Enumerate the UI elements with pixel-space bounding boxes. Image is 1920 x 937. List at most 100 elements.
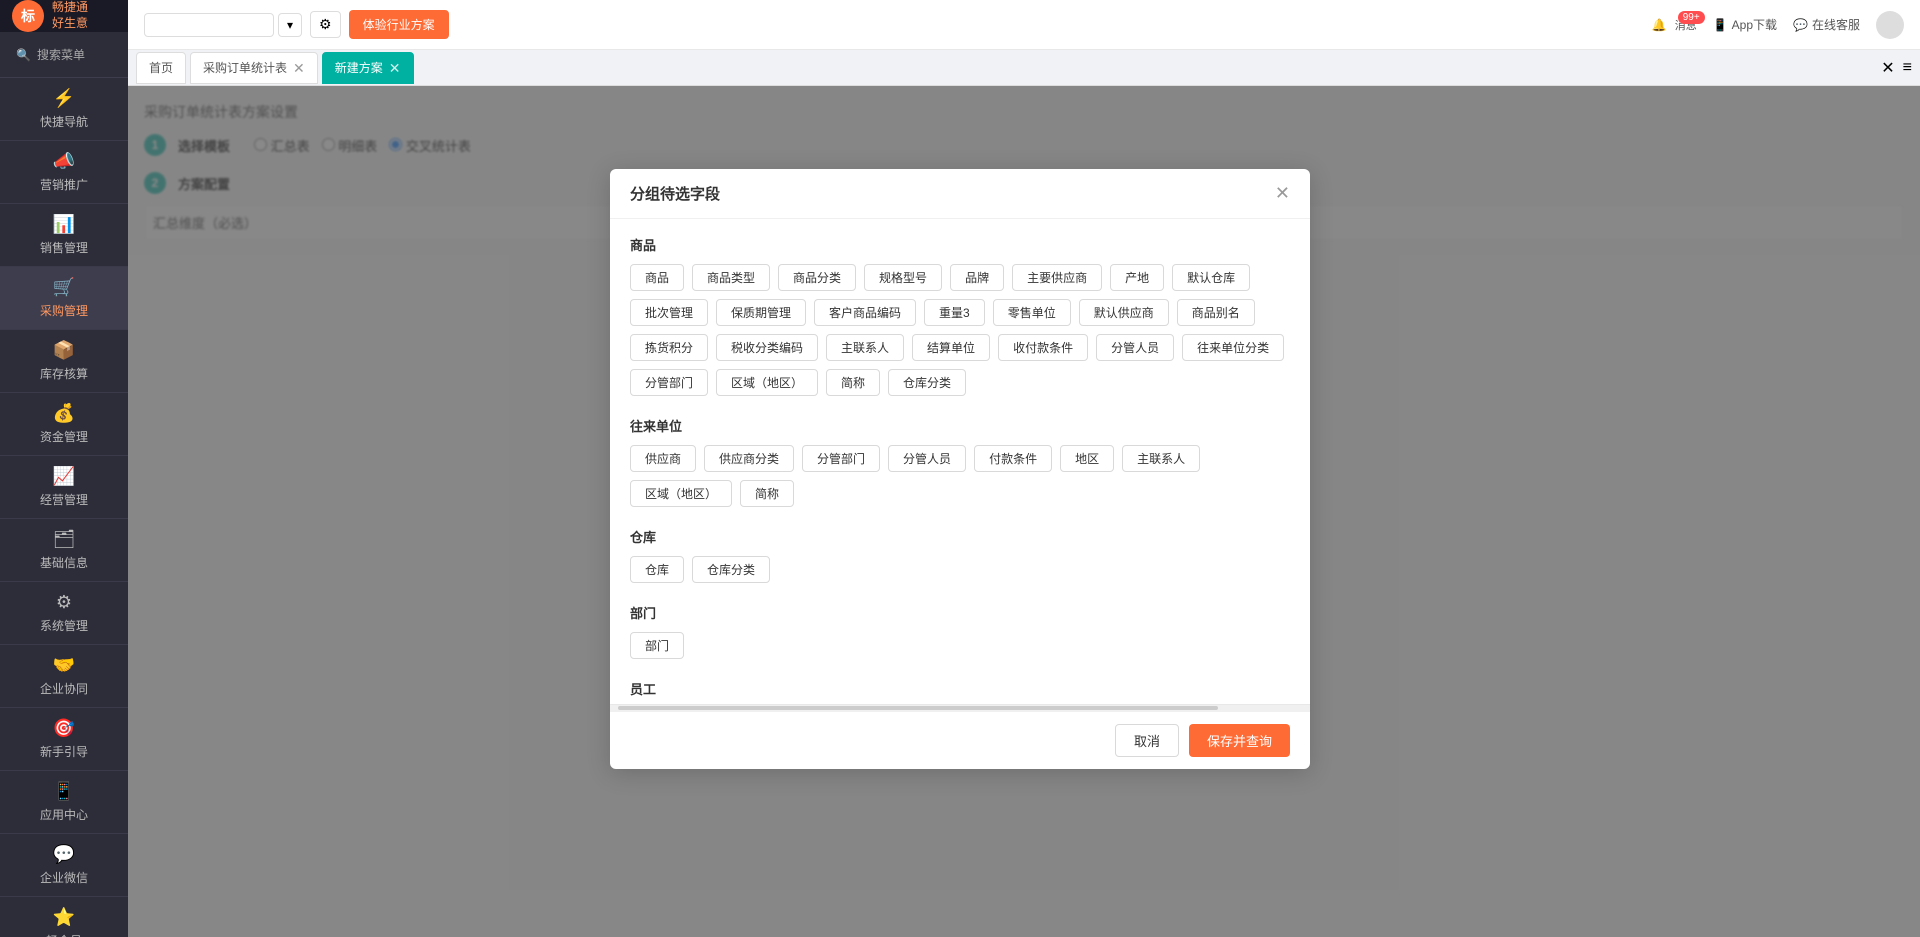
sidebar-item-wechat[interactable]: 💬企业微信: [0, 834, 128, 897]
field-tag[interactable]: 分管部门: [630, 369, 708, 396]
field-tag[interactable]: 分管部门: [802, 445, 880, 472]
field-tag[interactable]: 部门: [630, 632, 684, 659]
field-tag[interactable]: 分管人员: [888, 445, 966, 472]
tab-label: 新建方案: [335, 59, 383, 76]
notification-badge: 99+: [1678, 11, 1705, 24]
logo-icon: 标: [12, 0, 44, 32]
field-tag[interactable]: 地区: [1060, 445, 1114, 472]
tab-close-icon[interactable]: ✕: [389, 61, 401, 75]
field-tag[interactable]: 商品: [630, 264, 684, 291]
search-icon: 🔍: [16, 48, 31, 62]
field-tag[interactable]: 批次管理: [630, 299, 708, 326]
field-tag[interactable]: 商品分类: [778, 264, 856, 291]
field-tag[interactable]: 仓库: [630, 556, 684, 583]
sidebar-item-label: 企业微信: [40, 869, 88, 886]
modal-title: 分组待选字段: [630, 183, 720, 204]
field-tag[interactable]: 简称: [740, 480, 794, 507]
field-section-department: 部门部门: [630, 603, 1290, 659]
field-tags-department: 部门: [630, 632, 1290, 659]
field-tag[interactable]: 收付款条件: [998, 334, 1088, 361]
chevron-down-icon: ▾: [287, 18, 293, 32]
tab-menu-button[interactable]: ≡: [1903, 59, 1912, 77]
tab-close-icon[interactable]: ✕: [293, 61, 305, 75]
field-tag[interactable]: 拣货积分: [630, 334, 708, 361]
field-tag[interactable]: 默认供应商: [1079, 299, 1169, 326]
sidebar-item-guide[interactable]: 🎯 新手引导: [0, 708, 128, 771]
sidebar-item-apps[interactable]: 📱应用中心: [0, 771, 128, 834]
sidebar-item-marketing[interactable]: 📣营销推广: [0, 141, 128, 204]
field-tag[interactable]: 主联系人: [826, 334, 904, 361]
field-tag[interactable]: 产地: [1110, 264, 1164, 291]
guide-icon: 🎯: [53, 718, 75, 739]
notification-item[interactable]: 🔔 99+ 消息: [1652, 17, 1697, 33]
field-section-employee: 员工业务员: [630, 679, 1290, 705]
service-icon: 💬: [1793, 18, 1808, 32]
sidebar-search-area[interactable]: 🔍 搜索菜单: [0, 32, 128, 78]
field-tag[interactable]: 付款条件: [974, 445, 1052, 472]
sidebar-item-purchase[interactable]: 🛒采购管理: [0, 267, 128, 330]
field-tag[interactable]: 商品别名: [1177, 299, 1255, 326]
modal-body[interactable]: 商品商品商品类型商品分类规格型号品牌主要供应商产地默认仓库批次管理保质期管理客户…: [610, 219, 1310, 705]
sidebar-item-quick-nav[interactable]: ⚡快捷导航: [0, 78, 128, 141]
field-tags-counterpart: 供应商供应商分类分管部门分管人员付款条件地区主联系人区域（地区） 简称: [630, 445, 1290, 507]
sidebar-item-inventory[interactable]: 📦库存核算: [0, 330, 128, 393]
experience-button[interactable]: 体验行业方案: [349, 10, 449, 39]
online-service-item[interactable]: 💬 在线客服: [1793, 16, 1860, 33]
cancel-button[interactable]: 取消: [1115, 724, 1179, 757]
field-tag[interactable]: 商品类型: [692, 264, 770, 291]
app-download-item[interactable]: 📱 App下载: [1713, 16, 1777, 33]
tab-purchase-stats[interactable]: 采购订单统计表 ✕: [190, 52, 318, 84]
topbar-search-input[interactable]: [144, 13, 274, 37]
field-tag[interactable]: 主要供应商: [1012, 264, 1102, 291]
field-tag[interactable]: 区域（地区）: [630, 480, 732, 507]
field-tag[interactable]: 保质期管理: [716, 299, 806, 326]
save-query-button[interactable]: 保存并查询: [1189, 724, 1290, 757]
sidebar-item-label: 经营管理: [40, 491, 88, 508]
sidebar-search-label: 搜索菜单: [37, 46, 85, 63]
gear-icon: ⚙: [319, 16, 332, 32]
field-tag[interactable]: 零售单位: [993, 299, 1071, 326]
sidebar-item-vip[interactable]: ⭐畅会员: [0, 897, 128, 937]
field-tag[interactable]: 供应商分类: [704, 445, 794, 472]
field-tag[interactable]: 仓库分类: [692, 556, 770, 583]
field-tag[interactable]: 区域（地区）: [716, 369, 818, 396]
sidebar-item-sales[interactable]: 📊销售管理: [0, 204, 128, 267]
avatar[interactable]: [1876, 11, 1904, 39]
field-tag[interactable]: 税收分类编码: [716, 334, 818, 361]
download-icon: 📱: [1713, 18, 1728, 32]
field-tag[interactable]: 品牌: [950, 264, 1004, 291]
sidebar-item-label: 销售管理: [40, 239, 88, 256]
field-tag[interactable]: 供应商: [630, 445, 696, 472]
sidebar-item-label: 应用中心: [40, 806, 88, 823]
field-tag[interactable]: 仓库分类: [888, 369, 966, 396]
sidebar-item-basic[interactable]: 🗂基础信息: [0, 519, 128, 582]
sidebar-item-finance[interactable]: 💰资金管理: [0, 393, 128, 456]
topbar-settings-button[interactable]: ⚙: [310, 11, 341, 38]
sidebar-item-operations[interactable]: 📈经营管理: [0, 456, 128, 519]
field-tag[interactable]: 简称: [826, 369, 880, 396]
modal-close-button[interactable]: ✕: [1275, 184, 1290, 202]
close-all-button[interactable]: ✕: [1881, 58, 1894, 78]
field-tag[interactable]: 结算单位: [912, 334, 990, 361]
field-tag[interactable]: 分管人员: [1096, 334, 1174, 361]
tab-new-plan[interactable]: 新建方案 ✕: [322, 52, 414, 84]
field-tag[interactable]: 往来单位分类: [1182, 334, 1284, 361]
quick-nav-icon: ⚡: [53, 88, 75, 109]
field-tag[interactable]: 重量3: [924, 299, 985, 326]
sidebar-item-collab[interactable]: 🤝企业协同: [0, 645, 128, 708]
sidebar-item-label: 新手引导: [40, 743, 88, 760]
app-download-label: App下载: [1732, 16, 1777, 33]
field-tag[interactable]: 规格型号: [864, 264, 942, 291]
field-section-goods: 商品商品商品类型商品分类规格型号品牌主要供应商产地默认仓库批次管理保质期管理客户…: [630, 235, 1290, 396]
field-tag[interactable]: 客户商品编码: [814, 299, 916, 326]
field-tag[interactable]: 主联系人: [1122, 445, 1200, 472]
tab-label: 采购订单统计表: [203, 59, 287, 76]
sidebar-search-button[interactable]: 🔍 搜索菜单: [8, 40, 120, 69]
sidebar-item-system[interactable]: ⚙系统管理: [0, 582, 128, 645]
sidebar-item-label: 采购管理: [40, 302, 88, 319]
field-tag[interactable]: 默认仓库: [1172, 264, 1250, 291]
topbar-dropdown-button[interactable]: ▾: [278, 13, 302, 37]
field-tags-warehouse: 仓库仓库分类: [630, 556, 1290, 583]
tab-label: 首页: [149, 59, 173, 76]
tab-home[interactable]: 首页: [136, 52, 186, 84]
